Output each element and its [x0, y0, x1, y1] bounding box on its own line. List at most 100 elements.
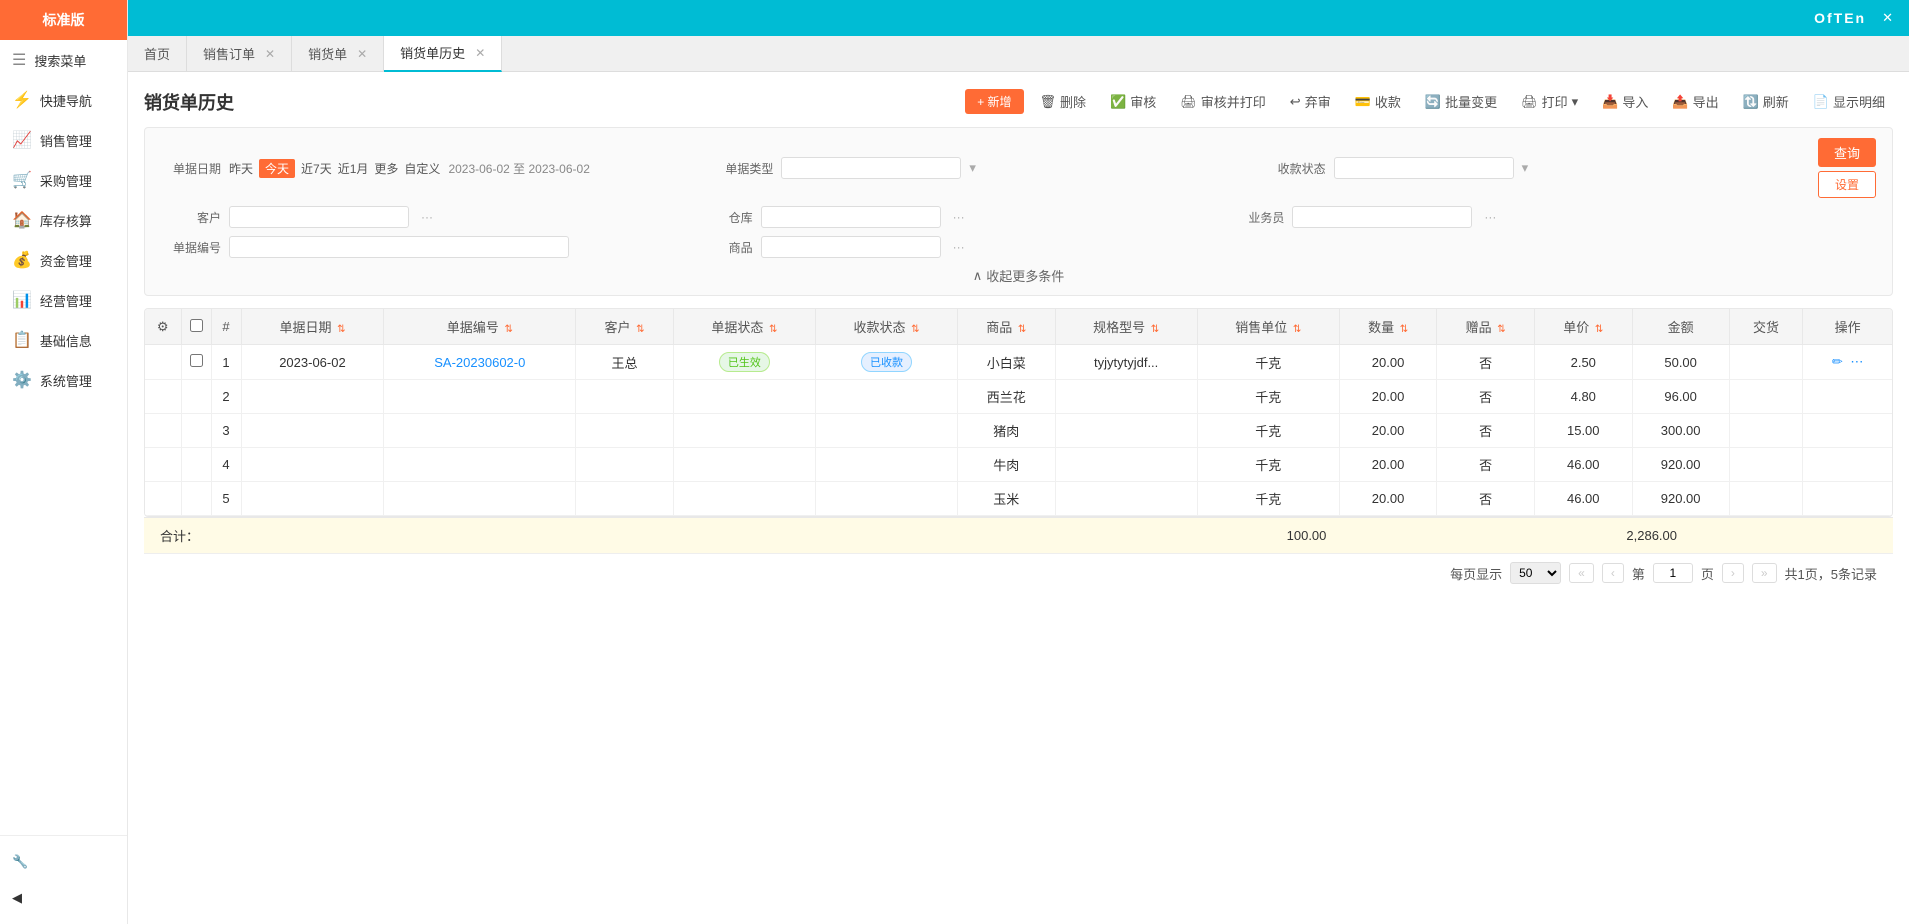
col-doc-status[interactable]: 单据状态 ⇅ — [673, 309, 815, 345]
goods-ellipsis[interactable]: ··· — [949, 240, 969, 254]
col-settings[interactable]: ⚙ — [145, 309, 181, 345]
warehouse-input[interactable] — [761, 206, 941, 228]
col-goods[interactable]: 商品 ⇅ — [958, 309, 1056, 345]
warehouse-label: 仓库 — [693, 209, 753, 226]
row1-doc-no-link[interactable]: SA-20230602-0 — [434, 355, 525, 370]
salesman-ellipsis[interactable]: ··· — [1480, 210, 1500, 224]
last-page-btn[interactable]: » — [1752, 563, 1777, 583]
sidebar-item-inventory[interactable]: 🏠 库存核算 — [0, 200, 127, 240]
batch-change-button[interactable]: 🔄 批量变更 — [1417, 88, 1505, 115]
page-number-input[interactable] — [1653, 563, 1693, 583]
tab-sales-history-close[interactable]: ✕ — [475, 46, 485, 60]
export-button[interactable]: 📤 导出 — [1664, 88, 1726, 115]
sidebar-item-quick-nav[interactable]: ⚡ 快捷导航 — [0, 80, 127, 120]
tab-home[interactable]: 首页 — [128, 36, 187, 72]
sidebar-item-label: 基础信息 — [40, 331, 92, 350]
tab-sales-order[interactable]: 销售订单 ✕ — [187, 36, 292, 72]
col-price[interactable]: 单价 ⇅ — [1534, 309, 1632, 345]
salesman-input[interactable] — [1292, 206, 1472, 228]
import-button[interactable]: 📥 导入 — [1594, 88, 1656, 115]
col-doc-no[interactable]: 单据编号 ⇅ — [384, 309, 576, 345]
table-row: 5 玉米 千克 20.00 否 46.00 920.00 — [145, 482, 1892, 516]
show-detail-button[interactable]: 📄 显示明细 — [1805, 88, 1893, 115]
row1-more-link[interactable]: ⋯ — [1850, 354, 1863, 369]
row1-edit-link[interactable]: ✏ — [1832, 354, 1843, 369]
collect-button[interactable]: 💳 收款 — [1347, 88, 1409, 115]
collect-icon: 💳 — [1355, 94, 1371, 110]
col-gift[interactable]: 赠品 ⇅ — [1437, 309, 1535, 345]
audit-button[interactable]: ✅ 审核 — [1102, 88, 1164, 115]
row3-price-cell: 15.00 — [1534, 414, 1632, 448]
sidebar-item-search-menu[interactable]: ☰ 搜索菜单 — [0, 40, 127, 80]
print-dropdown-icon: ▾ — [1572, 94, 1579, 110]
set-button[interactable]: 设置 — [1818, 171, 1876, 198]
prev-page-btn[interactable]: ‹ — [1602, 563, 1624, 583]
sidebar-settings-btn[interactable]: 🔧 — [0, 844, 127, 880]
row2-unit-cell: 千克 — [1197, 380, 1339, 414]
next-page-btn[interactable]: › — [1722, 563, 1744, 583]
col-spec[interactable]: 规格型号 ⇅ — [1055, 309, 1197, 345]
sidebar-item-sales-mgmt[interactable]: 📈 销售管理 — [0, 120, 127, 160]
sidebar-item-sys-mgmt[interactable]: ⚙️ 系统管理 — [0, 360, 127, 400]
print-button[interactable]: 🖨 打印 ▾ — [1513, 88, 1586, 115]
collect-status-select[interactable] — [1334, 157, 1514, 179]
col-collect-status[interactable]: 收款状态 ⇅ — [815, 309, 957, 345]
col-date[interactable]: 单据日期 ⇅ — [241, 309, 384, 345]
date-shortcut-1month[interactable]: 近1月 — [338, 160, 369, 177]
doc-type-select[interactable] — [781, 157, 961, 179]
warehouse-ellipsis[interactable]: ··· — [949, 210, 969, 224]
page-size-label: 每页显示 — [1450, 564, 1502, 583]
refresh-button[interactable]: 🔃 刷新 — [1735, 88, 1797, 115]
customer-input[interactable] — [229, 206, 409, 228]
delete-button[interactable]: 🗑 删除 — [1032, 88, 1095, 115]
tab-sales-order-close[interactable]: ✕ — [265, 47, 275, 61]
date-shortcut-7days[interactable]: 近7天 — [301, 160, 332, 177]
abandon-icon: ↩ — [1290, 94, 1301, 110]
page-label: 第 — [1632, 564, 1645, 583]
collapse-filter-btn[interactable]: ∧ 收起更多条件 — [161, 266, 1876, 285]
col-qty-label: 数量 — [1368, 320, 1394, 335]
date-shortcut-custom[interactable]: 自定义 — [404, 160, 440, 177]
sidebar-item-basic-info[interactable]: 📋 基础信息 — [0, 320, 127, 360]
tab-sales-delivery-close[interactable]: ✕ — [357, 47, 367, 61]
doc-no-input[interactable] — [229, 236, 569, 258]
col-unit[interactable]: 销售单位 ⇅ — [1197, 309, 1339, 345]
row2-num-cell: 2 — [211, 380, 241, 414]
table-settings-icon[interactable]: ⚙ — [157, 319, 169, 334]
collect-status-dropdown-icon[interactable]: ▾ — [1522, 160, 1529, 176]
col-qty[interactable]: 数量 ⇅ — [1339, 309, 1437, 345]
doc-type-dropdown-icon[interactable]: ▾ — [969, 160, 976, 176]
row1-gift-cell: 否 — [1437, 345, 1535, 380]
page-size-select[interactable]: 50 100 200 — [1510, 562, 1561, 584]
date-shortcut-more[interactable]: 更多 — [374, 160, 398, 177]
date-shortcut-today[interactable]: 今天 — [259, 159, 295, 178]
row1-doc-no-cell[interactable]: SA-20230602-0 — [384, 345, 576, 380]
date-shortcut-yesterday[interactable]: 昨天 — [229, 160, 253, 177]
row5-price-cell: 46.00 — [1534, 482, 1632, 516]
filter-row-1: 单据日期 昨天 今天 近7天 近1月 更多 自定义 2023-06-02 至 2… — [161, 138, 1876, 198]
audit-print-icon: 🖨 — [1180, 94, 1197, 110]
first-page-btn[interactable]: « — [1569, 563, 1594, 583]
row1-qty-cell: 20.00 — [1339, 345, 1437, 380]
page-title: 销货单历史 — [144, 89, 234, 115]
col-customer[interactable]: 客户 ⇅ — [576, 309, 674, 345]
goods-input[interactable] — [761, 236, 941, 258]
header-close-btn[interactable]: ✕ — [1882, 10, 1893, 26]
abandon-button[interactable]: ↩ 弃审 — [1282, 88, 1339, 115]
customer-ellipsis[interactable]: ··· — [417, 210, 437, 224]
capital-mgmt-icon: 💰 — [12, 250, 32, 270]
sidebar-collapse-btn[interactable]: ◀ — [0, 880, 127, 916]
audit-print-button[interactable]: 🖨 审核并打印 — [1172, 88, 1274, 115]
row4-amount-cell: 920.00 — [1632, 448, 1729, 482]
new-button[interactable]: + 新增 — [965, 89, 1023, 114]
sidebar-item-ops-mgmt[interactable]: 📊 经营管理 — [0, 280, 127, 320]
tab-sales-history[interactable]: 销货单历史 ✕ — [384, 36, 502, 72]
select-all-checkbox[interactable] — [190, 319, 203, 332]
sidebar-item-capital-mgmt[interactable]: 💰 资金管理 — [0, 240, 127, 280]
sidebar-item-purchase-mgmt[interactable]: 🛒 采购管理 — [0, 160, 127, 200]
row1-checkbox[interactable] — [190, 354, 203, 367]
query-button[interactable]: 查询 — [1818, 138, 1876, 167]
tab-sales-delivery[interactable]: 销货单 ✕ — [292, 36, 384, 72]
col-doc-status-label: 单据状态 — [711, 320, 763, 335]
doc-no-filter-group: 单据编号 — [161, 236, 677, 258]
